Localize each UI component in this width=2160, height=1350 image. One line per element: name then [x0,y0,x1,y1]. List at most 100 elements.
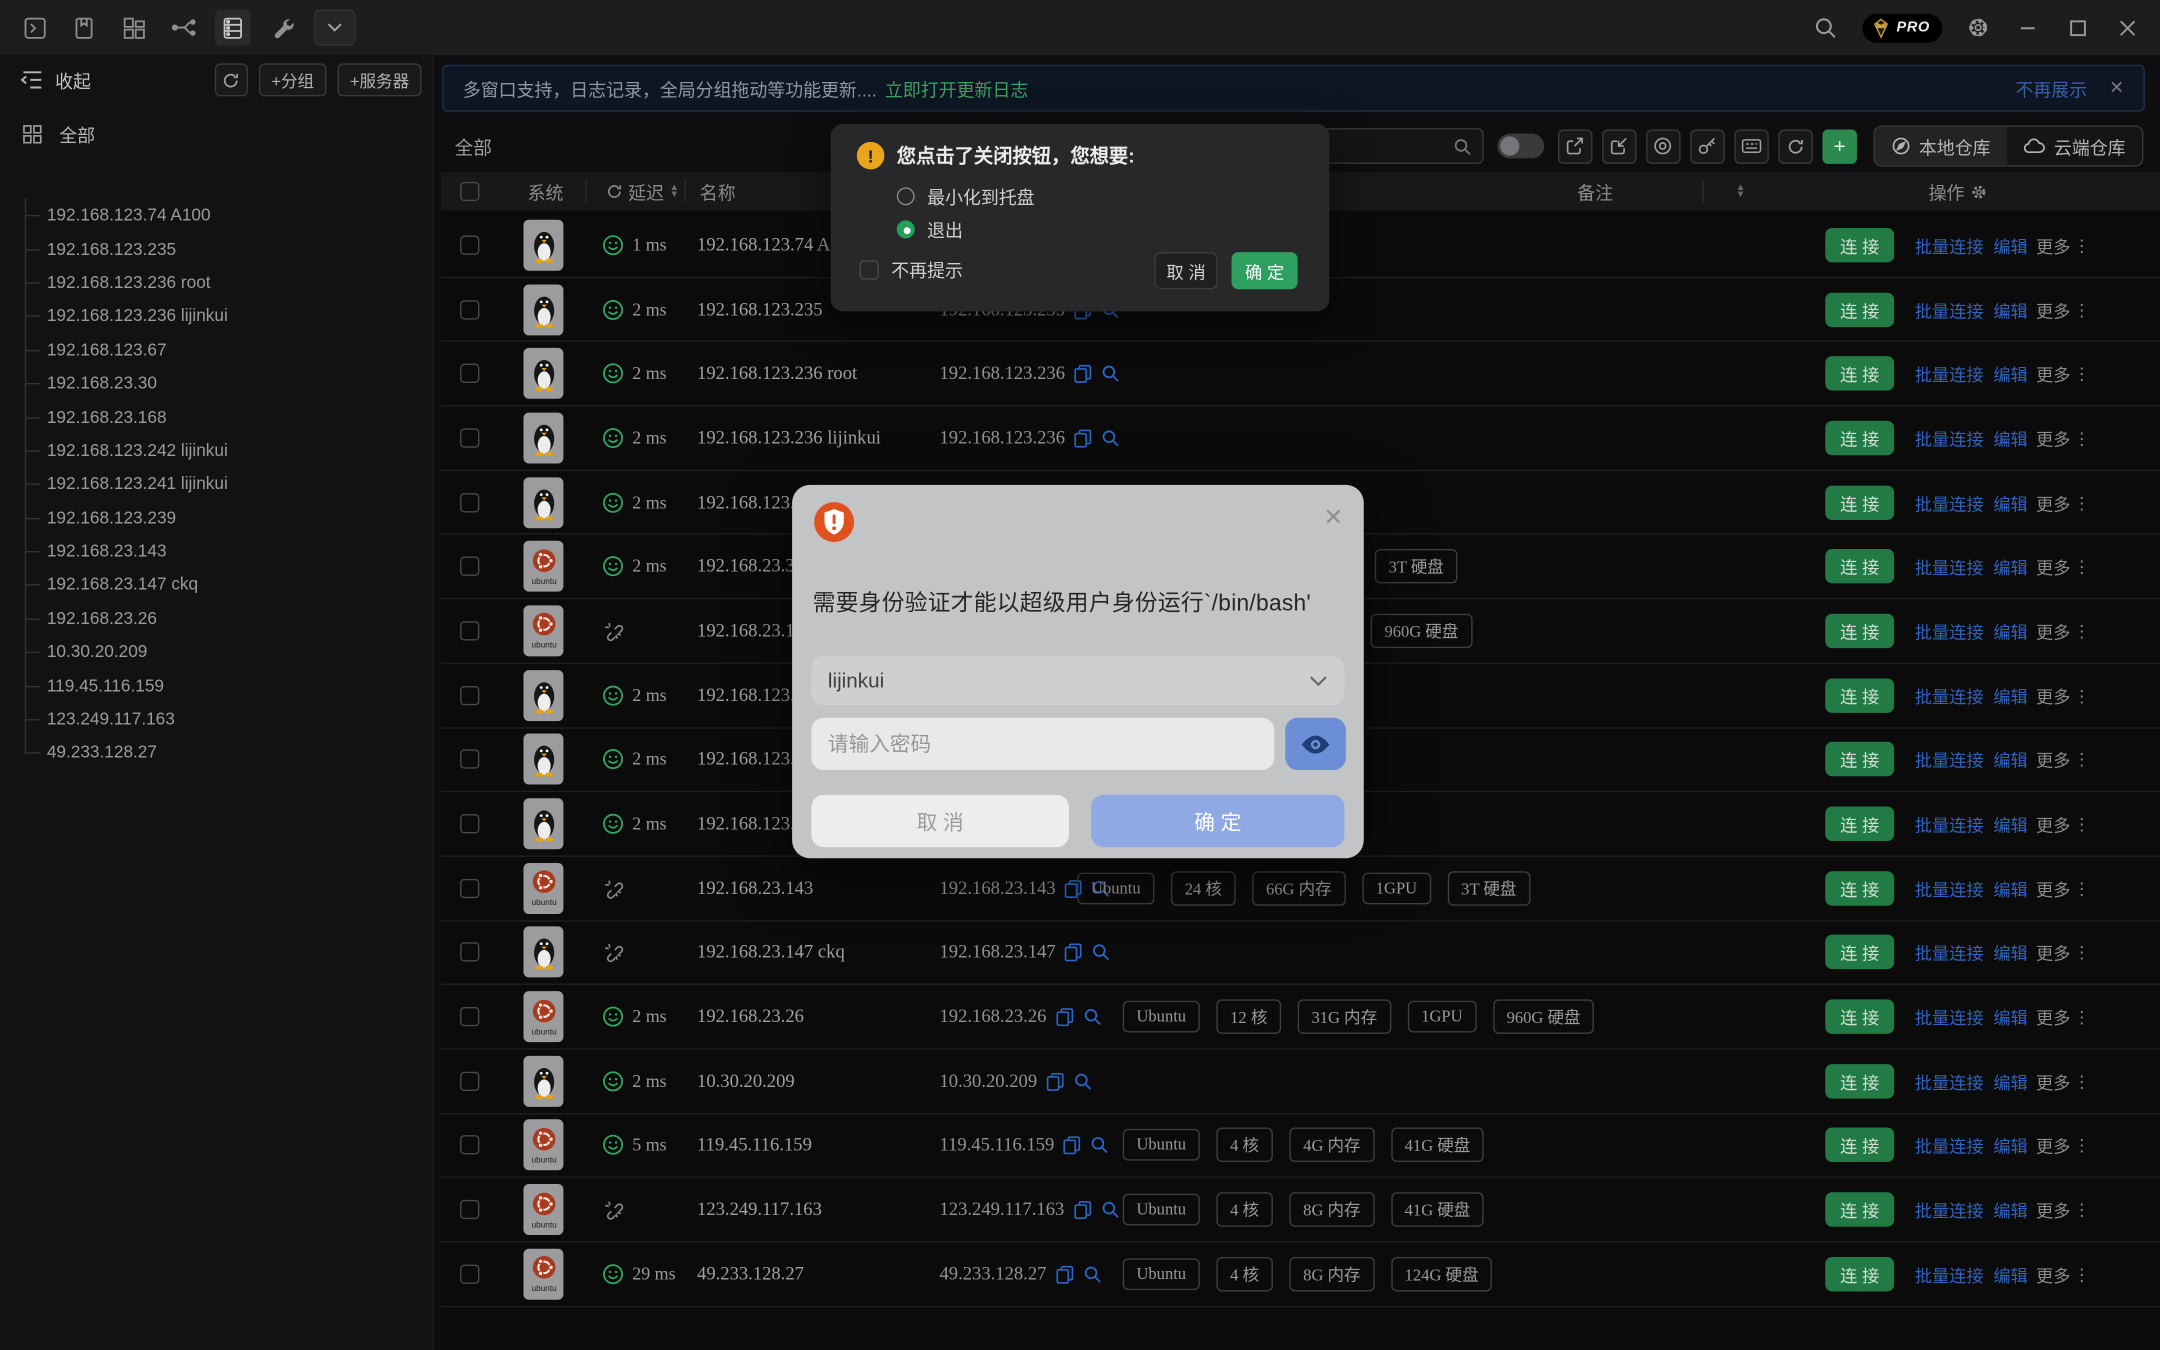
column-settings-gear-icon[interactable] [1970,183,1988,201]
inspect-icon[interactable] [1100,1200,1119,1219]
copy-icon[interactable] [1064,943,1083,962]
copy-icon[interactable] [1055,1007,1074,1027]
banner-close-icon[interactable]: ✕ [2109,77,2124,99]
row-checkbox[interactable] [460,1135,480,1156]
sort-arrows[interactable]: ▲ ▼ [670,183,680,200]
more-menu[interactable]: 更多 ⋮ [2036,746,2090,772]
wrench-icon[interactable] [264,10,300,46]
connect-button[interactable]: 连 接 [1825,485,1895,520]
row-checkbox[interactable] [460,1007,480,1027]
auth-cancel-button[interactable]: 取 消 [811,794,1069,848]
connect-button[interactable]: 连 接 [1825,1128,1895,1163]
header-system[interactable]: 系统 [528,172,564,211]
connect-button[interactable]: 连 接 [1825,870,1895,906]
edit-link[interactable]: 编辑 [1993,875,2027,901]
more-menu[interactable]: 更多 ⋮ [2036,1004,2090,1030]
maximize-button[interactable] [2064,14,2092,42]
chevron-down-icon[interactable] [314,9,356,46]
add-group-button[interactable]: +分组 [258,63,327,97]
user-select[interactable]: lijinkui [811,655,1345,706]
edit-link[interactable]: 编辑 [1993,1197,2027,1223]
tab-all[interactable]: 全部 [455,132,492,160]
topology-icon[interactable] [165,10,201,46]
connect-button[interactable]: 连 接 [1825,1063,1895,1099]
more-menu[interactable]: 更多 ⋮ [2036,1261,2090,1287]
edit-link[interactable]: 编辑 [1993,682,2027,708]
batch-connect-link[interactable]: 批量连接 [1915,232,1984,258]
sidebar-server-item[interactable]: 192.168.23.26 [0,601,433,636]
sidebar-item-all[interactable]: 全部 [22,116,433,152]
select-all-checkbox[interactable] [460,181,480,202]
batch-connect-link[interactable]: 批量连接 [1915,361,1984,387]
import-icon[interactable] [1602,128,1637,164]
row-checkbox[interactable] [460,685,480,705]
radio-selected-icon[interactable] [896,220,915,239]
sidebar-server-item[interactable]: 192.168.23.143 [0,534,433,569]
batch-connect-link[interactable]: 批量连接 [1915,939,1984,965]
shortcut-keyboard-icon[interactable] [1734,128,1769,164]
connect-button[interactable]: 连 接 [1825,1256,1895,1292]
edit-link[interactable]: 编辑 [1993,811,2027,837]
edit-link[interactable]: 编辑 [1993,1004,2027,1030]
batch-connect-link[interactable]: 批量连接 [1915,1261,1984,1287]
radio-minimize-to-tray[interactable]: 最小化到托盘 [896,183,1035,209]
edit-link[interactable]: 编辑 [1993,489,2027,515]
table-row[interactable]: ubuntu 192.168.23.147 ckq 192.168.23.147… [440,921,2160,986]
more-menu[interactable]: 更多 ⋮ [2036,618,2090,644]
row-checkbox[interactable] [460,878,480,898]
more-menu[interactable]: 更多 ⋮ [2036,361,2090,387]
refresh-latency-icon[interactable] [606,183,623,200]
batch-connect-link[interactable]: 批量连接 [1915,425,1984,451]
connect-button[interactable]: 连 接 [1825,356,1895,391]
more-menu[interactable]: 更多 ⋮ [2036,1132,2090,1158]
sidebar-server-item[interactable]: 192.168.23.147 ckq [0,567,433,603]
local-repo-tab[interactable]: 本地仓库 [1874,126,2008,166]
sidebar-server-item[interactable]: 192.168.123.74 A100 [0,198,433,233]
connect-button[interactable]: 连 接 [1825,1192,1895,1227]
copy-icon[interactable] [1073,364,1092,384]
edit-link[interactable]: 编辑 [1993,296,2027,322]
batch-connect-link[interactable]: 批量连接 [1915,553,1984,579]
collapse-label[interactable]: 收起 [55,67,91,93]
row-checkbox[interactable] [460,1264,480,1284]
record-icon[interactable] [1646,128,1681,164]
gear-icon[interactable] [1964,14,1992,42]
edit-link[interactable]: 编辑 [1993,618,2027,644]
row-checkbox[interactable] [460,814,480,834]
row-checkbox[interactable] [460,235,480,255]
sidebar-server-item[interactable]: 119.45.116.159 [0,668,433,703]
close-dialog-ok-button[interactable]: 确 定 [1231,252,1298,290]
layout-grid-icon[interactable] [116,10,152,46]
edit-link[interactable]: 编辑 [1993,746,2027,772]
connect-button[interactable]: 连 接 [1825,613,1895,649]
collapse-icon[interactable] [19,69,44,91]
batch-connect-link[interactable]: 批量连接 [1915,296,1984,322]
more-menu[interactable]: 更多 ⋮ [2036,875,2090,901]
row-checkbox[interactable] [460,1071,480,1091]
edit-link[interactable]: 编辑 [1993,1132,2027,1158]
connect-button[interactable]: 连 接 [1825,999,1895,1034]
more-menu[interactable]: 更多 ⋮ [2036,296,2090,322]
edit-link[interactable]: 编辑 [1993,1068,2027,1094]
auth-close-icon[interactable]: ✕ [1323,504,1343,532]
row-checkbox[interactable] [460,942,480,963]
more-menu[interactable]: 更多 ⋮ [2036,939,2090,965]
sidebar-server-item[interactable]: 192.168.23.30 [0,366,433,401]
sidebar-server-item[interactable]: 123.249.117.163 [0,702,433,737]
header-latency[interactable]: 延迟 ▲ ▼ [606,172,679,211]
row-checkbox[interactable] [460,749,480,770]
edit-link[interactable]: 编辑 [1993,232,2027,258]
header-name[interactable]: 名称 [700,172,736,211]
connect-button[interactable]: 连 接 [1825,677,1895,713]
more-menu[interactable]: 更多 ⋮ [2036,682,2090,708]
connect-button[interactable]: 连 接 [1825,806,1895,842]
table-row[interactable]: ubuntu 2 ms 192.168.123.236 lijinkui 192… [440,406,2160,471]
cloud-repo-tab[interactable]: 云端仓库 [2007,127,2142,166]
header-note[interactable]: 备注 [1577,172,1613,211]
sidebar-server-item[interactable]: 192.168.123.242 lijinkui [0,433,433,468]
table-row[interactable]: ubuntu 192.168.23.143 192.168.23.143 Ubu… [440,857,2160,921]
key-icon[interactable] [1690,128,1725,164]
row-checkbox[interactable] [460,299,480,319]
close-button[interactable] [2113,14,2141,42]
sort-arrows[interactable]: ▲ ▼ [1736,172,1746,211]
